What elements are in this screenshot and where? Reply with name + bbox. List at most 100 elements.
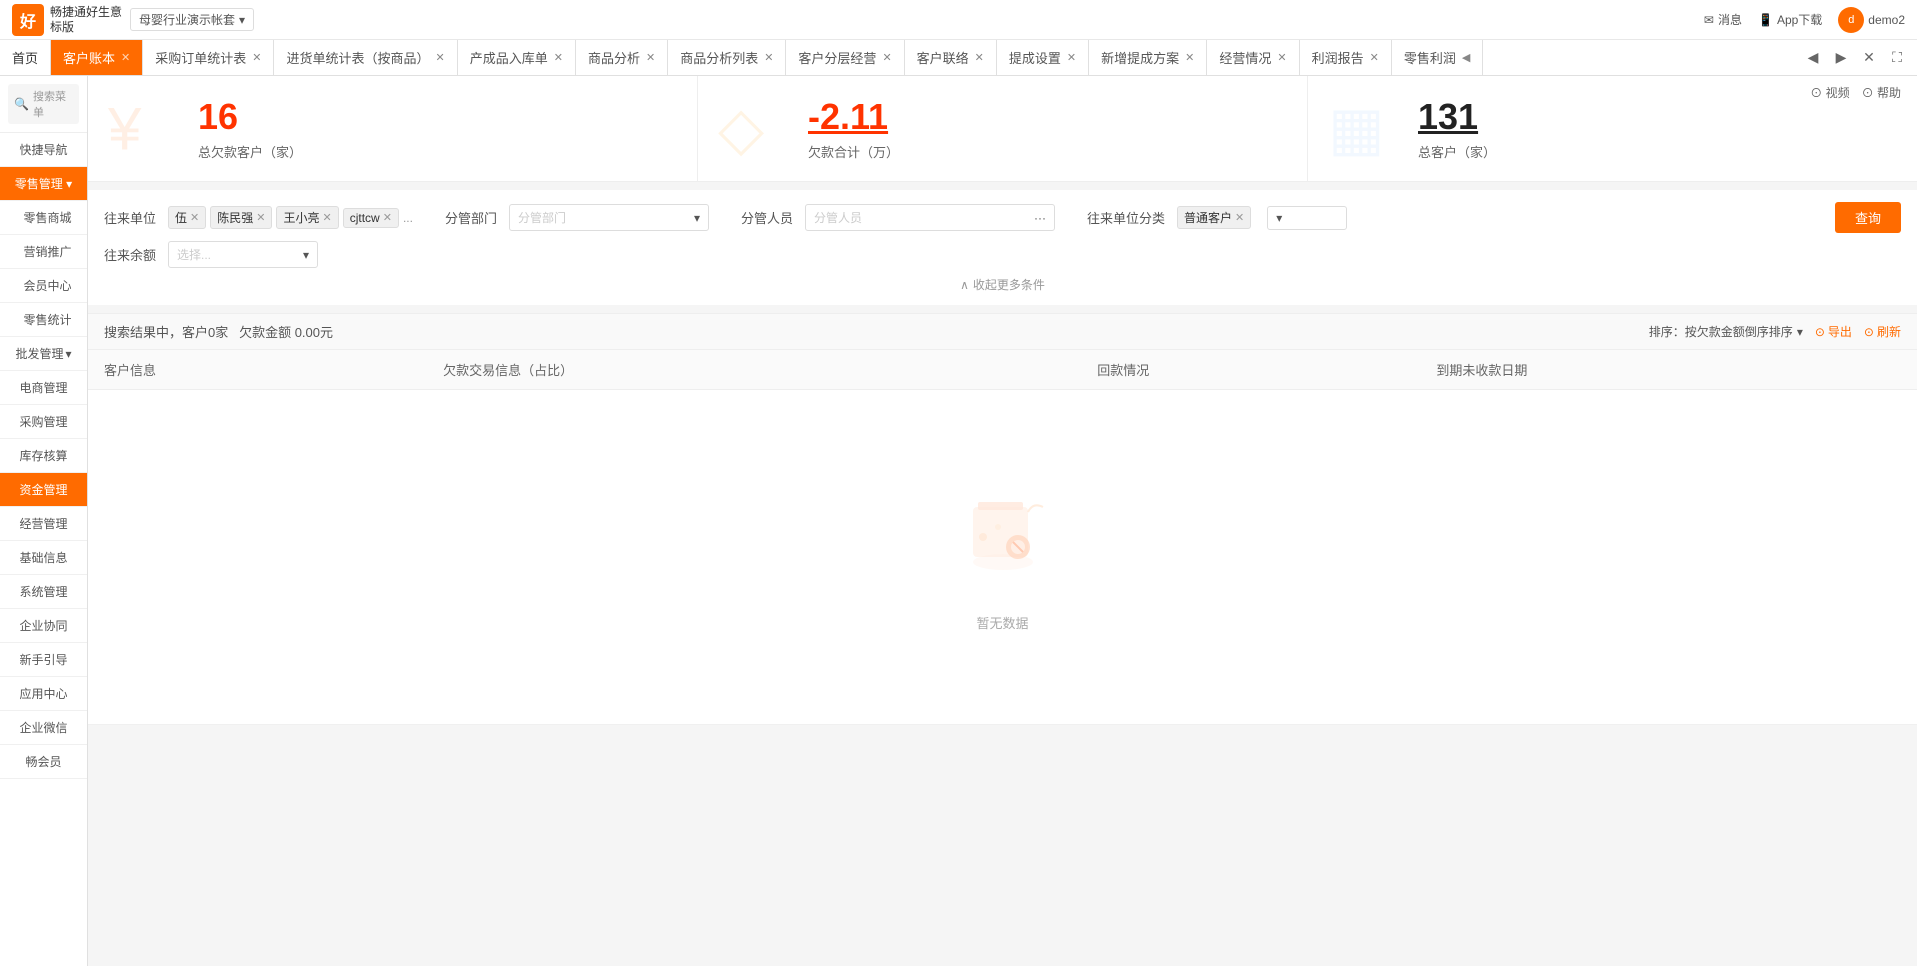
export-button[interactable]: ⊙ 导出: [1815, 323, 1852, 340]
tab-profit-report[interactable]: 利润报告 ✕: [1300, 40, 1392, 76]
tab-purchase-stats[interactable]: 进货单统计表（按商品） ✕: [274, 40, 457, 76]
user-menu[interactable]: d demo2: [1838, 7, 1905, 33]
close-icon[interactable]: ✕: [882, 51, 891, 64]
tab-new-commission[interactable]: 新增提成方案 ✕: [1089, 40, 1207, 76]
tag-close-icon[interactable]: ✕: [323, 211, 332, 224]
tab-scroll-right[interactable]: ▶: [1829, 46, 1853, 70]
filter-category-label: 往来单位分类: [1087, 208, 1165, 227]
chevron-down-icon: ▾: [66, 177, 72, 191]
message-icon: ✉: [1704, 13, 1714, 27]
close-icon[interactable]: ✕: [436, 51, 445, 64]
sidebar-item-system-mgmt[interactable]: 系统管理: [0, 575, 87, 609]
message-button[interactable]: ✉ 消息: [1704, 11, 1742, 28]
close-icon[interactable]: ✕: [554, 51, 563, 64]
account-selector[interactable]: 母婴行业演示帐套 ▾: [130, 8, 254, 31]
tab-scroll-left[interactable]: ◀: [1801, 46, 1825, 70]
top-bar-right: ✉ 消息 📱 App下载 d demo2: [1704, 7, 1905, 33]
chevron-right-icon: ▾: [65, 347, 71, 361]
chevron-up-icon: ∧: [960, 278, 969, 292]
query-button[interactable]: 查询: [1835, 202, 1901, 233]
filter-tag-wu[interactable]: 伍 ✕: [168, 206, 206, 229]
sidebar-item-enterprise-wechat[interactable]: 企业微信: [0, 711, 87, 745]
sidebar-item-ecommerce[interactable]: 电商管理: [0, 371, 87, 405]
filter-tag-cjttcw[interactable]: cjttcw ✕: [343, 208, 399, 228]
stat-total-customers-value: 16: [198, 96, 238, 138]
more-icon: ···: [1034, 211, 1046, 225]
tab-commission-setting[interactable]: 提成设置 ✕: [997, 40, 1089, 76]
tab-customer-ledger[interactable]: 客户账本 ✕: [51, 40, 143, 76]
tab-purchase-order[interactable]: 采购订单统计表 ✕: [143, 40, 274, 76]
sidebar-item-member-center[interactable]: 会员中心: [0, 269, 87, 303]
filter-more-btn[interactable]: ...: [403, 211, 413, 225]
data-table: 客户信息 欠款交易信息（占比） 回款情况 到期未收款日期: [88, 350, 1917, 725]
sidebar-item-new-guide[interactable]: 新手引导: [0, 643, 87, 677]
stat-total-debt-label: 欠款合计（万）: [808, 142, 899, 161]
sidebar-item-inventory[interactable]: 库存核算: [0, 439, 87, 473]
sidebar-item-enterprise-collab[interactable]: 企业协同: [0, 609, 87, 643]
logo-icon: 好: [12, 4, 44, 36]
results-info: 搜索结果中，客户0家 欠款金额 0.00元: [104, 322, 333, 341]
sidebar-item-finance[interactable]: 资金管理: [0, 473, 87, 507]
close-icon[interactable]: ◀: [1462, 51, 1470, 64]
close-icon[interactable]: ✕: [252, 51, 261, 64]
sidebar-item-quick-nav[interactable]: 快捷导航: [0, 133, 87, 167]
tab-operations[interactable]: 经营情况 ✕: [1207, 40, 1299, 76]
sort-button[interactable]: 排序：按欠款金额倒序排序 ▾: [1649, 323, 1803, 340]
refresh-button[interactable]: ⊙ 刷新: [1864, 323, 1901, 340]
top-bar: 好 畅捷通好生意 标版 母婴行业演示帐套 ▾ ✉ 消息 📱 App下载 d de…: [0, 0, 1917, 40]
empty-text: 暂无数据: [976, 613, 1028, 632]
tag-close-icon[interactable]: ✕: [1235, 211, 1244, 224]
filter-category-select[interactable]: ▾: [1267, 206, 1347, 230]
filter-tag-chen[interactable]: 陈民强 ✕: [210, 206, 272, 229]
export-icon: ⊙: [1815, 325, 1825, 339]
tab-customer-contact[interactable]: 客户联络 ✕: [905, 40, 997, 76]
collapse-filter-btn[interactable]: ∧ 收起更多条件: [104, 276, 1901, 293]
sidebar-item-marketing[interactable]: 营销推广: [0, 235, 87, 269]
close-icon[interactable]: ✕: [1370, 51, 1379, 64]
results-bar: 搜索结果中，客户0家 欠款金额 0.00元 排序：按欠款金额倒序排序 ▾ ⊙ 导…: [88, 313, 1917, 350]
tab-maximize[interactable]: ⛶: [1885, 46, 1909, 70]
app-download-button[interactable]: 📱 App下载: [1758, 11, 1822, 28]
sidebar-item-app-center[interactable]: 应用中心: [0, 677, 87, 711]
close-icon[interactable]: ✕: [975, 51, 984, 64]
filter-balance-select[interactable]: 选择... ▾: [168, 241, 318, 268]
filter-unit-label: 往来单位: [104, 208, 156, 227]
filter-tag-normal-customer[interactable]: 普通客户 ✕: [1177, 206, 1251, 229]
sidebar-item-wholesale-mgmt[interactable]: 批发管理 ▾: [0, 337, 87, 371]
stat-total-debt-value: -2.11: [808, 96, 888, 138]
tag-close-icon[interactable]: ✕: [190, 211, 199, 224]
sidebar-item-basic-info[interactable]: 基础信息: [0, 541, 87, 575]
sidebar-item-chang-member[interactable]: 畅会员: [0, 745, 87, 779]
filter-row-1: 往来单位 伍 ✕ 陈民强 ✕ 王小亮 ✕ cjttcw: [104, 202, 1901, 233]
chevron-down-icon: ▾: [239, 13, 245, 27]
sidebar-item-retail-stats[interactable]: 零售统计: [0, 303, 87, 337]
tab-customer-layer[interactable]: 客户分层经营 ✕: [786, 40, 904, 76]
filter-dept-select[interactable]: 分管部门 ▾: [509, 204, 709, 231]
close-icon[interactable]: ✕: [121, 51, 130, 64]
sidebar-item-retail-mgmt[interactable]: 零售管理 ▾: [0, 167, 87, 201]
close-icon[interactable]: ✕: [646, 51, 655, 64]
stat-all-customers-label: 总客户（家）: [1418, 142, 1496, 161]
tag-close-icon[interactable]: ✕: [256, 211, 265, 224]
filter-tag-wang[interactable]: 王小亮 ✕: [276, 206, 338, 229]
tab-home[interactable]: 首页: [0, 40, 51, 76]
sidebar-item-purchase[interactable]: 采购管理: [0, 405, 87, 439]
chevron-down-icon: ▾: [694, 211, 700, 225]
tab-retail-profit[interactable]: 零售利润 ◀: [1392, 40, 1483, 76]
tag-close-icon[interactable]: ✕: [383, 211, 392, 224]
tab-product-analysis[interactable]: 商品分析 ✕: [576, 40, 668, 76]
sidebar-item-operations-mgmt[interactable]: 经营管理: [0, 507, 87, 541]
empty-icon: [953, 482, 1053, 601]
tab-close-all[interactable]: ✕: [1857, 46, 1881, 70]
close-icon[interactable]: ✕: [764, 51, 773, 64]
filter-person-input[interactable]: 分管人员 ···: [805, 204, 1055, 231]
tab-product-inbound[interactable]: 产成品入库单 ✕: [458, 40, 576, 76]
sidebar-item-retail-mall[interactable]: 零售商城: [0, 201, 87, 235]
close-icon[interactable]: ✕: [1067, 51, 1076, 64]
close-icon[interactable]: ✕: [1185, 51, 1194, 64]
search-menu-box[interactable]: 🔍 搜索菜单: [8, 84, 79, 124]
tab-product-analysis-list[interactable]: 商品分析列表 ✕: [668, 40, 786, 76]
chevron-down-icon: ▾: [1276, 211, 1282, 225]
close-icon[interactable]: ✕: [1277, 51, 1286, 64]
nav-tabs: 首页 客户账本 ✕ 采购订单统计表 ✕ 进货单统计表（按商品） ✕ 产成品入库单…: [0, 40, 1917, 76]
